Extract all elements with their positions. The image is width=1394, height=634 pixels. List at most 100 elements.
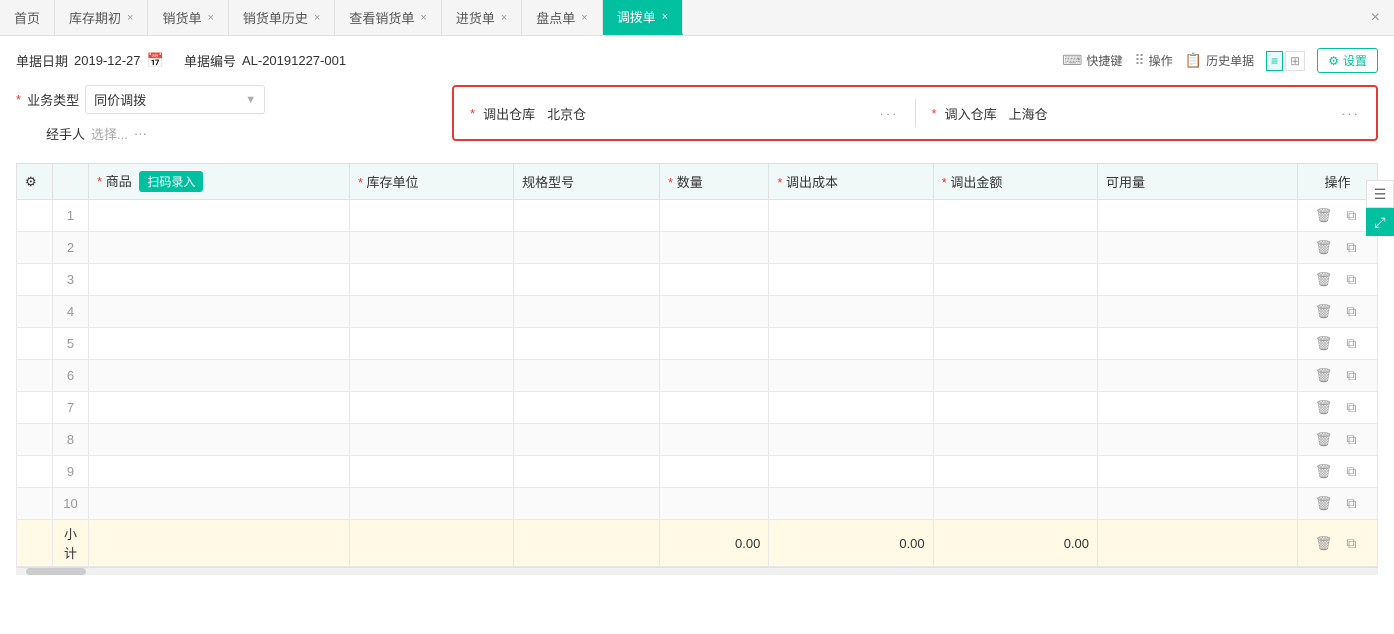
wh-out-value[interactable]: 北京仓	[547, 104, 586, 123]
tab-sales-history-close[interactable]: ×	[314, 12, 320, 24]
tab-stocktaking[interactable]: 盘点单 ×	[522, 0, 602, 35]
wh-in-value[interactable]: 上海仓	[1009, 104, 1048, 123]
tab-purchase-order-close[interactable]: ×	[501, 12, 507, 24]
row-qty-cell[interactable]	[660, 360, 769, 392]
row-cost-cell[interactable]	[769, 200, 933, 232]
row-product-cell[interactable]	[89, 264, 350, 296]
row-spec-cell[interactable]	[514, 200, 660, 232]
calendar-icon[interactable]: 📅	[147, 52, 164, 69]
row-spec-cell[interactable]	[514, 360, 660, 392]
delete-icon[interactable]: 🗑	[1314, 206, 1334, 226]
row-unit-cell[interactable]	[349, 360, 513, 392]
row-cost-cell[interactable]	[769, 424, 933, 456]
row-product-cell[interactable]	[89, 456, 350, 488]
view-list-icon[interactable]: ≡	[1266, 51, 1283, 71]
row-unit-cell[interactable]	[349, 200, 513, 232]
row-cost-cell[interactable]	[769, 488, 933, 520]
row-amount-cell[interactable]	[933, 392, 1097, 424]
row-product-cell[interactable]	[89, 232, 350, 264]
biz-type-select[interactable]: 同价调拨 ▼	[85, 85, 265, 114]
row-amount-cell[interactable]	[933, 424, 1097, 456]
row-unit-cell[interactable]	[349, 232, 513, 264]
delete-icon[interactable]: 🗑	[1314, 430, 1334, 450]
copy-icon[interactable]: ⧉	[1341, 494, 1361, 514]
row-cost-cell[interactable]	[769, 360, 933, 392]
tab-view-sales-close[interactable]: ×	[420, 12, 426, 24]
copy-icon[interactable]: ⧉	[1341, 270, 1361, 290]
row-cost-cell[interactable]	[769, 392, 933, 424]
row-cost-cell[interactable]	[769, 296, 933, 328]
delete-icon[interactable]: 🗑	[1314, 302, 1334, 322]
row-qty-cell[interactable]	[660, 392, 769, 424]
shortcuts-btn[interactable]: ⌨ 快捷键	[1062, 52, 1122, 69]
settings-button[interactable]: ⚙ 设置	[1317, 48, 1378, 73]
tab-home[interactable]: 首页	[0, 0, 55, 35]
row-qty-cell[interactable]	[660, 328, 769, 360]
row-qty-cell[interactable]	[660, 424, 769, 456]
row-spec-cell[interactable]	[514, 328, 660, 360]
copy-icon[interactable]: ⧉	[1341, 238, 1361, 258]
row-product-cell[interactable]	[89, 360, 350, 392]
row-qty-cell[interactable]	[660, 232, 769, 264]
delete-icon[interactable]: 🗑	[1314, 366, 1334, 386]
row-amount-cell[interactable]	[933, 264, 1097, 296]
row-spec-cell[interactable]	[514, 264, 660, 296]
delete-icon[interactable]: 🗑	[1314, 533, 1334, 553]
row-product-cell[interactable]	[89, 328, 350, 360]
delete-icon[interactable]: 🗑	[1314, 238, 1334, 258]
tab-view-sales[interactable]: 查看销货单 ×	[335, 0, 441, 35]
row-product-cell[interactable]	[89, 424, 350, 456]
row-product-cell[interactable]	[89, 488, 350, 520]
row-product-cell[interactable]	[89, 392, 350, 424]
delete-icon[interactable]: 🗑	[1314, 398, 1334, 418]
row-amount-cell[interactable]	[933, 200, 1097, 232]
tab-inventory-init-close[interactable]: ×	[127, 12, 133, 24]
wh-in-more-icon[interactable]: ···	[1341, 106, 1360, 121]
copy-icon[interactable]: ⧉	[1341, 430, 1361, 450]
row-amount-cell[interactable]	[933, 488, 1097, 520]
row-amount-cell[interactable]	[933, 360, 1097, 392]
tab-stocktaking-close[interactable]: ×	[581, 12, 587, 24]
tab-sales-order[interactable]: 销货单 ×	[148, 0, 228, 35]
tab-sales-order-close[interactable]: ×	[207, 12, 213, 24]
row-qty-cell[interactable]	[660, 296, 769, 328]
scrollbar-thumb[interactable]	[26, 568, 86, 575]
row-cost-cell[interactable]	[769, 264, 933, 296]
wh-out-more-icon[interactable]: ···	[880, 106, 899, 121]
row-product-cell[interactable]	[89, 296, 350, 328]
copy-icon[interactable]: ⧉	[1341, 206, 1361, 226]
copy-icon[interactable]: ⧉	[1341, 533, 1361, 553]
row-spec-cell[interactable]	[514, 296, 660, 328]
copy-icon[interactable]: ⧉	[1341, 462, 1361, 482]
row-cost-cell[interactable]	[769, 456, 933, 488]
tab-transfer[interactable]: 调拨单 ×	[603, 0, 683, 35]
row-product-cell[interactable]	[89, 200, 350, 232]
view-grid-icon[interactable]: ⊞	[1285, 51, 1305, 71]
row-spec-cell[interactable]	[514, 456, 660, 488]
row-spec-cell[interactable]	[514, 424, 660, 456]
row-spec-cell[interactable]	[514, 232, 660, 264]
row-unit-cell[interactable]	[349, 424, 513, 456]
row-unit-cell[interactable]	[349, 456, 513, 488]
person-more-icon[interactable]: ···	[134, 126, 147, 141]
row-spec-cell[interactable]	[514, 392, 660, 424]
tab-purchase-order[interactable]: 进货单 ×	[442, 0, 522, 35]
row-qty-cell[interactable]	[660, 488, 769, 520]
delete-icon[interactable]: 🗑	[1314, 462, 1334, 482]
row-unit-cell[interactable]	[349, 488, 513, 520]
history-btn[interactable]: 📋 历史单据	[1185, 52, 1254, 69]
row-cost-cell[interactable]	[769, 328, 933, 360]
tab-sales-history[interactable]: 销货单历史 ×	[229, 0, 335, 35]
person-placeholder[interactable]: 选择...	[91, 124, 128, 143]
copy-icon[interactable]: ⧉	[1341, 302, 1361, 322]
col-settings-header[interactable]: ⚙	[17, 164, 53, 200]
copy-icon[interactable]: ⧉	[1341, 398, 1361, 418]
row-qty-cell[interactable]	[660, 456, 769, 488]
scan-input-button[interactable]: 扫码录入	[139, 171, 203, 192]
row-unit-cell[interactable]	[349, 328, 513, 360]
sidebar-export-button[interactable]: ⤢	[1366, 208, 1394, 236]
row-qty-cell[interactable]	[660, 264, 769, 296]
copy-icon[interactable]: ⧉	[1341, 334, 1361, 354]
copy-icon[interactable]: ⧉	[1341, 366, 1361, 386]
row-amount-cell[interactable]	[933, 232, 1097, 264]
